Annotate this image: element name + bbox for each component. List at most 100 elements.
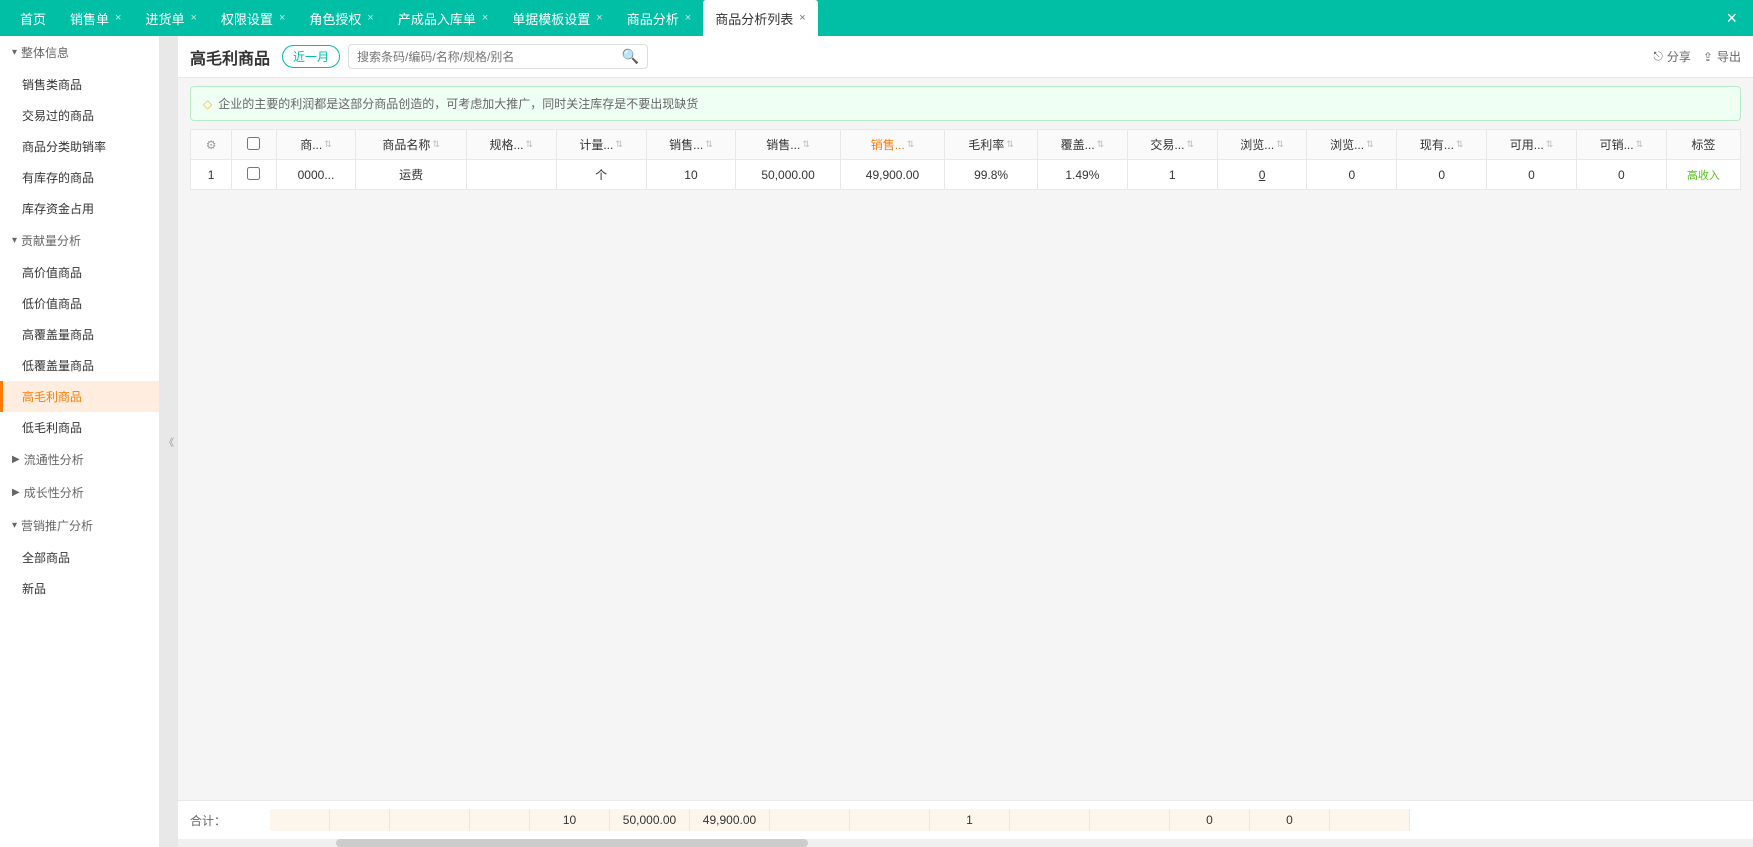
sidebar-collapse-button[interactable]: 《: [160, 36, 178, 847]
main-layout: ▾ 整体信息 销售类商品 交易过的商品 商品分类助销率 有库存的商品 库存资金占…: [0, 36, 1753, 847]
sidebar-item-category-rate[interactable]: 商品分类助销率: [0, 131, 159, 162]
col-transaction-header[interactable]: 交易...⇅: [1127, 130, 1217, 160]
col-sales-amount-header[interactable]: 销售...⇅: [736, 130, 840, 160]
header-actions: ⎋ 分享 ⇪ 导出: [1653, 48, 1741, 65]
export-button[interactable]: ⇪ 导出: [1703, 48, 1741, 65]
sidebar-item-stock-capital[interactable]: 库存资金占用: [0, 193, 159, 224]
sidebar-group-liquidity[interactable]: ▶ 流通性分析: [0, 443, 159, 476]
col-code-header[interactable]: 商...⇅: [276, 130, 356, 160]
footer-cell-available: 0: [1250, 809, 1330, 831]
info-banner-text: 企业的主要的利润都是这部分商品创造的，可考虑加大推广，同时关注库存是不要出现缺货: [218, 95, 698, 112]
search-input[interactable]: [357, 50, 622, 64]
col-browse1-header[interactable]: 浏览...⇅: [1217, 130, 1307, 160]
footer-cell-empty3: [390, 809, 470, 831]
chevron-down-icon: ▾: [12, 235, 17, 246]
sort-icon: ⇅: [907, 139, 915, 150]
settings-icon[interactable]: ⚙: [206, 138, 217, 152]
col-browse2-header[interactable]: 浏览...⇅: [1307, 130, 1397, 160]
scrollbar-thumb[interactable]: [336, 839, 809, 847]
footer-label: 合计：: [190, 812, 270, 829]
nav-sales[interactable]: 销售单 ×: [58, 0, 133, 36]
browse1-link[interactable]: 0: [1259, 168, 1266, 182]
close-sales-tab[interactable]: ×: [115, 12, 121, 24]
sidebar-item-high-value[interactable]: 高价值商品: [0, 257, 159, 288]
footer-cell-empty8: [1090, 809, 1170, 831]
row-checkbox[interactable]: [247, 167, 260, 180]
nav-home[interactable]: 首页: [8, 0, 58, 36]
col-available-header[interactable]: 可用...⇅: [1487, 130, 1577, 160]
cell-transaction: 1: [1127, 160, 1217, 190]
col-sellable-header[interactable]: 可销...⇅: [1576, 130, 1666, 160]
cell-code: 0000...: [276, 160, 356, 190]
chevron-right-icon: ▶: [12, 454, 20, 465]
col-coverage-header[interactable]: 覆盖...⇅: [1037, 130, 1127, 160]
col-unit-header[interactable]: 计量...⇅: [556, 130, 646, 160]
sort-icon: ⇅: [324, 139, 332, 150]
cell-browse2: 0: [1307, 160, 1397, 190]
col-sales-cost-header[interactable]: 销售...⇅: [840, 130, 944, 160]
col-spec-header[interactable]: 规格...⇅: [466, 130, 556, 160]
close-product-analysis-tab[interactable]: ×: [685, 12, 691, 24]
cell-sales-amount: 50,000.00: [736, 160, 840, 190]
cell-tag: 高收入: [1666, 160, 1740, 190]
sidebar-group-overall[interactable]: ▾ 整体信息: [0, 36, 159, 69]
data-table: ⚙ 商...⇅ 商品名称⇅ 规格...⇅ 计量...⇅ 销售...⇅ 销售...…: [190, 129, 1741, 190]
cell-current-stock: 0: [1397, 160, 1487, 190]
sidebar-item-low-margin[interactable]: 低毛利商品: [0, 412, 159, 443]
nav-permission[interactable]: 权限设置 ×: [209, 0, 297, 36]
sidebar-item-low-coverage[interactable]: 低覆盖量商品: [0, 350, 159, 381]
sidebar-item-all-goods[interactable]: 全部商品: [0, 542, 159, 573]
nav-product-warehouse[interactable]: 产成品入库单 ×: [386, 0, 500, 36]
page-title: 高毛利商品: [190, 45, 270, 69]
top-navigation: 首页 销售单 × 进货单 × 权限设置 × 角色授权 × 产成品入库单 × 单据…: [0, 0, 1753, 36]
content-area: 高毛利商品 近一月 🔍 ⎋ 分享 ⇪ 导出 ◇ 企业的主要的利润都是这部分商品创…: [178, 36, 1753, 847]
sort-icon: ⇅: [1186, 139, 1194, 150]
chevron-down-icon: ▾: [12, 520, 17, 531]
col-sales-qty-header[interactable]: 销售...⇅: [646, 130, 736, 160]
footer-cells: 10 50,000.00 49,900.00 1 0 0: [270, 809, 1741, 831]
close-product-warehouse-tab[interactable]: ×: [482, 12, 488, 24]
sidebar-item-high-coverage[interactable]: 高覆盖量商品: [0, 319, 159, 350]
sidebar-item-low-value[interactable]: 低价值商品: [0, 288, 159, 319]
info-banner: ◇ 企业的主要的利润都是这部分商品创造的，可考虑加大推广，同时关注库存是不要出现…: [190, 86, 1741, 121]
nav-product-analysis[interactable]: 商品分析 ×: [615, 0, 703, 36]
col-current-stock-header[interactable]: 现有...⇅: [1397, 130, 1487, 160]
close-role-tab[interactable]: ×: [367, 12, 373, 24]
cell-name: 运费: [356, 160, 467, 190]
sidebar-item-stocked-goods[interactable]: 有库存的商品: [0, 162, 159, 193]
sidebar-item-new-goods[interactable]: 新品: [0, 573, 159, 604]
close-template-tab[interactable]: ×: [596, 12, 602, 24]
table-wrapper[interactable]: ⚙ 商...⇅ 商品名称⇅ 规格...⇅ 计量...⇅ 销售...⇅ 销售...…: [178, 129, 1753, 800]
horizontal-scrollbar[interactable]: [178, 839, 1753, 847]
close-purchase-tab[interactable]: ×: [190, 12, 196, 24]
sidebar-item-sales-goods[interactable]: 销售类商品: [0, 69, 159, 100]
nav-role[interactable]: 角色授权 ×: [297, 0, 385, 36]
col-settings-header[interactable]: ⚙: [191, 130, 232, 160]
sidebar-item-traded-goods[interactable]: 交易过的商品: [0, 100, 159, 131]
col-gross-margin-header[interactable]: 毛利率⇅: [945, 130, 1038, 160]
sort-icon: ⇅: [526, 139, 534, 150]
close-all-tabs[interactable]: ×: [1718, 8, 1745, 29]
col-name-header[interactable]: 商品名称⇅: [356, 130, 467, 160]
footer-cell-transaction: 1: [930, 809, 1010, 831]
sidebar-group-contribution[interactable]: ▾ 贡献量分析: [0, 224, 159, 257]
footer-cell-empty2: [330, 809, 390, 831]
nav-template[interactable]: 单据模板设置 ×: [500, 0, 614, 36]
close-permission-tab[interactable]: ×: [279, 12, 285, 24]
share-button[interactable]: ⎋ 分享: [1653, 48, 1691, 65]
sidebar-item-high-margin[interactable]: 高毛利商品: [0, 381, 159, 412]
close-analysis-list-tab[interactable]: ×: [799, 12, 805, 24]
footer-cell-sales-qty: 10: [530, 809, 610, 831]
footer-cell-empty4: [470, 809, 530, 831]
nav-purchase[interactable]: 进货单 ×: [133, 0, 208, 36]
select-all-checkbox[interactable]: [247, 137, 260, 150]
sort-icon: ⇅: [802, 139, 810, 150]
cell-checkbox[interactable]: [232, 160, 276, 190]
search-icon[interactable]: 🔍: [622, 48, 639, 65]
sort-icon: ⇅: [1366, 139, 1374, 150]
time-filter-button[interactable]: 近一月: [282, 45, 340, 68]
nav-product-analysis-list[interactable]: 商品分析列表 ×: [703, 0, 817, 36]
cell-browse1[interactable]: 0: [1217, 160, 1307, 190]
sidebar-group-marketing[interactable]: ▾ 营销推广分析: [0, 509, 159, 542]
sidebar-group-growth[interactable]: ▶ 成长性分析: [0, 476, 159, 509]
